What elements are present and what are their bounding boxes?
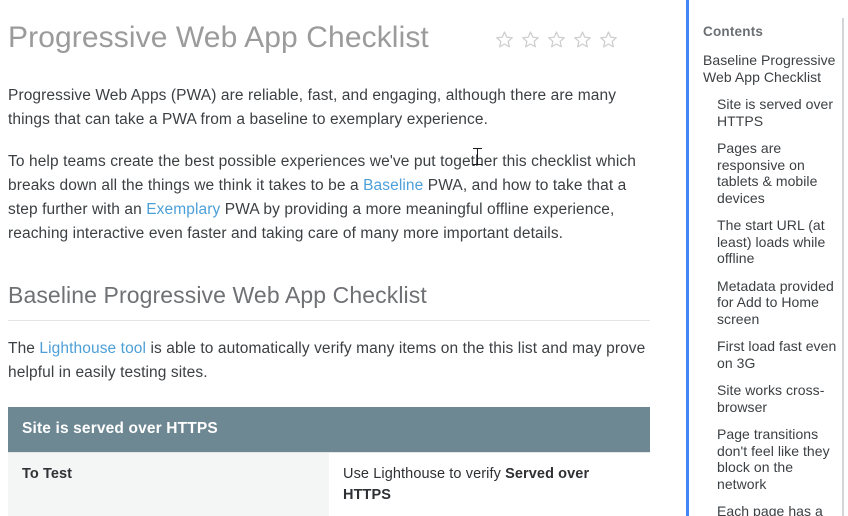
intro-paragraph: Progressive Web Apps (PWA) are reliable,… (8, 84, 650, 132)
lighthouse-text-1: The (8, 340, 40, 357)
row-label-to-test: To Test (8, 452, 329, 516)
toc-title: Contents (703, 24, 764, 39)
star-rating[interactable] (495, 30, 618, 49)
star-outline-icon[interactable] (495, 30, 514, 49)
baseline-link[interactable]: Baseline (363, 177, 423, 194)
star-outline-icon[interactable] (547, 30, 566, 49)
row-value-to-test: Use Lighthouse to verify Served over HTT… (329, 452, 650, 516)
page-root: Progressive Web App Checklist Progressiv… (0, 0, 848, 516)
toc-item-each-page-has-url[interactable]: Each page has a URL (703, 503, 840, 516)
toc-item-metadata-add-to-home[interactable]: Metadata provided for Add to Home screen (703, 278, 840, 328)
checklist-table-head: Site is served over HTTPS (8, 407, 650, 453)
toc-item-first-load-fast-3g[interactable]: First load fast even on 3G (703, 338, 840, 371)
toc-item-cross-browser[interactable]: Site works cross-browser (703, 382, 840, 415)
toc-item-start-url-offline[interactable]: The start URL (at least) loads while off… (703, 217, 840, 267)
intro-text: Progressive Web Apps (PWA) are reliable,… (8, 87, 617, 128)
star-outline-icon[interactable] (599, 30, 618, 49)
table-of-contents: Contents Baseline Progressive Web App Ch… (686, 0, 848, 516)
article-content: Progressive Web App Checklist Progressiv… (0, 0, 680, 516)
page-title: Progressive Web App Checklist (8, 21, 429, 54)
lighthouse-tool-link[interactable]: Lighthouse tool (39, 340, 146, 357)
toc-item-pages-responsive[interactable]: Pages are responsive on tablets & mobile… (703, 140, 840, 206)
table-row: To Test Use Lighthouse to verify Served … (8, 452, 650, 516)
toc-list: Baseline Progressive Web App Checklist S… (703, 52, 840, 516)
table-header-row: Site is served over HTTPS (8, 407, 650, 453)
exemplary-link[interactable]: Exemplary (146, 201, 220, 218)
body-paragraph: To help teams create the best possible e… (8, 150, 650, 246)
toc-item-baseline-checklist[interactable]: Baseline Progressive Web App Checklist (703, 52, 840, 85)
lighthouse-paragraph: The Lighthouse tool is able to automatic… (8, 337, 650, 385)
star-outline-icon[interactable] (573, 30, 592, 49)
to-test-prefix: Use Lighthouse to verify (343, 466, 506, 482)
section-heading: Baseline Progressive Web App Checklist (8, 280, 650, 321)
page-scrollbar[interactable] (842, 18, 844, 516)
toc-item-page-transitions[interactable]: Page transitions don't feel like they bl… (703, 426, 840, 492)
checklist-table: Site is served over HTTPS To Test Use Li… (8, 407, 650, 516)
checklist-table-body: To Test Use Lighthouse to verify Served … (8, 452, 650, 516)
title-row: Progressive Web App Checklist (8, 18, 650, 58)
toc-item-site-served-over-https[interactable]: Site is served over HTTPS (703, 96, 840, 129)
star-outline-icon[interactable] (521, 30, 540, 49)
checklist-table-title: Site is served over HTTPS (8, 407, 650, 453)
